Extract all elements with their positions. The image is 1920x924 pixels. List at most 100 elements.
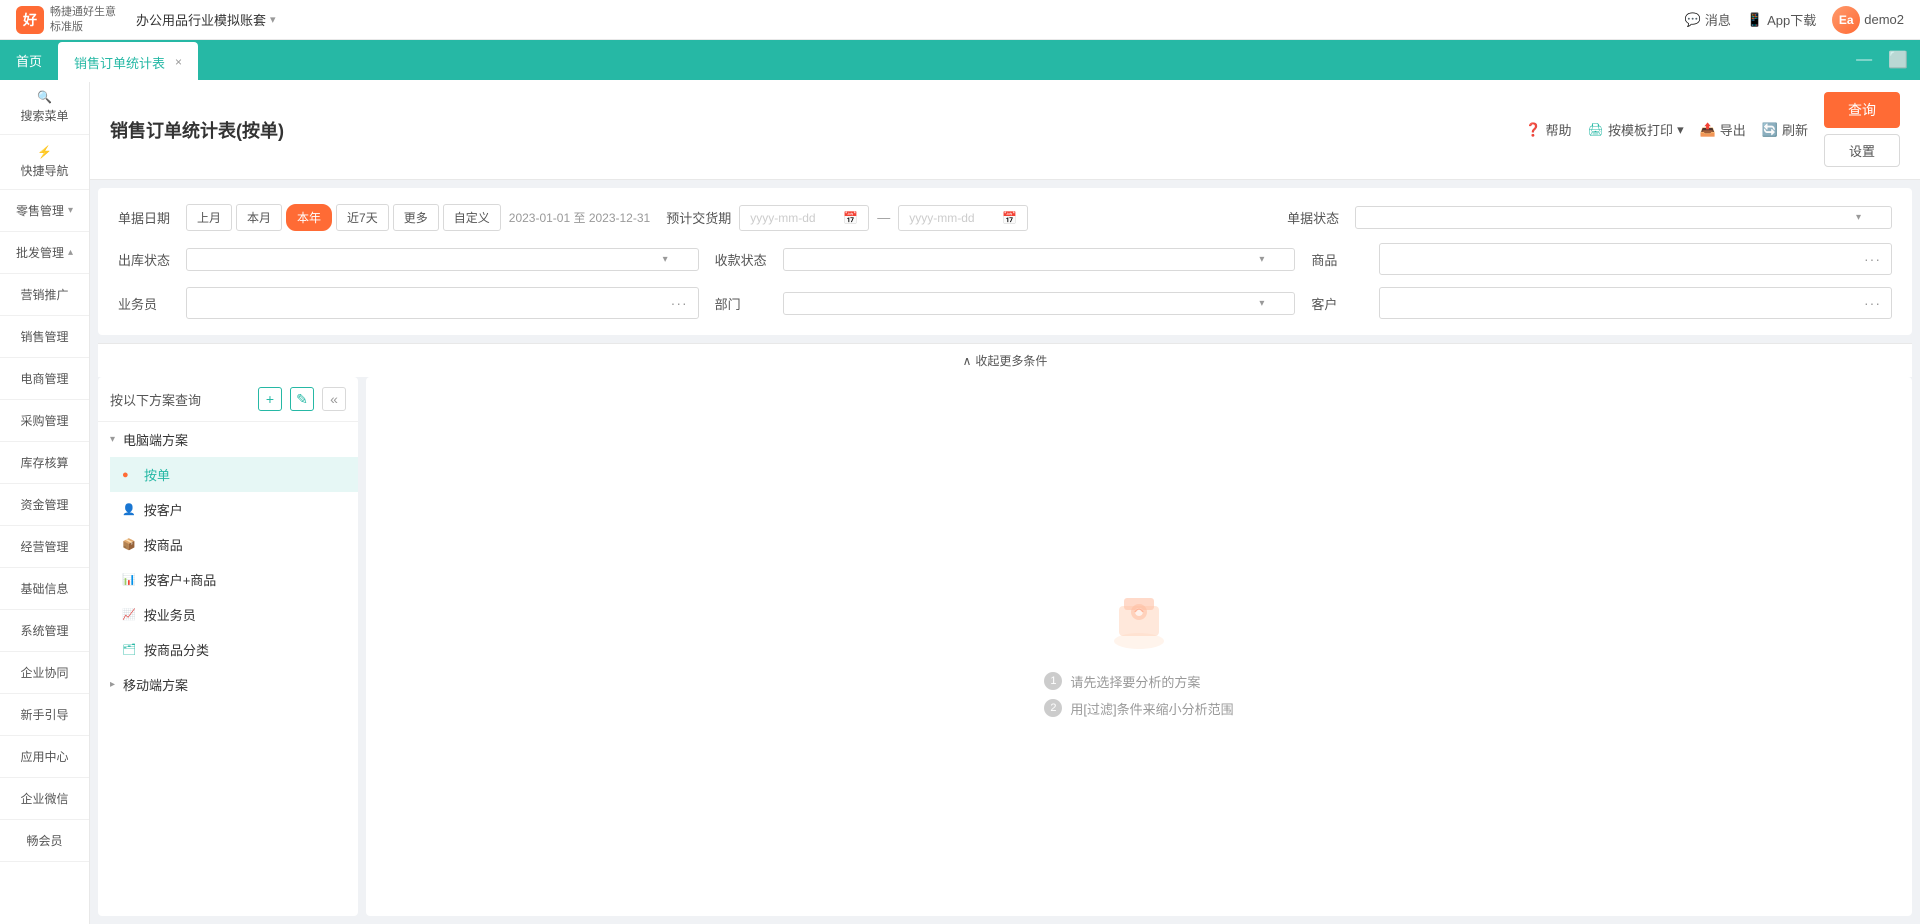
sidebar-item-basic-label: 基础信息 (20, 580, 68, 597)
help-button[interactable]: ❓ 帮助 (1525, 120, 1571, 139)
sidebar-item-enterprise-label: 企业协同 (20, 664, 68, 681)
logo-text: 畅捷通好生意 标准版 (50, 5, 116, 34)
tab-close-icon[interactable]: × (175, 55, 182, 69)
tab-minimize-icon[interactable]: — (1852, 47, 1876, 73)
customer-label: 客户 (1311, 294, 1371, 313)
customer-dots-icon[interactable]: ··· (1864, 295, 1881, 311)
sidebar-item-inventory[interactable]: 库存核算 (0, 442, 89, 484)
sidebar-item-retail[interactable]: 零售管理 ▾ (0, 190, 89, 232)
status-select-arrow-icon: ▾ (1856, 212, 1861, 223)
by-category-icon: 🗂 (122, 643, 136, 656)
sidebar-item-marketing[interactable]: 营销推广 (0, 274, 89, 316)
payment-filter: 收款状态 ▾ (715, 248, 1296, 271)
tab-home[interactable]: 首页 (0, 40, 58, 80)
tree-item-by-order[interactable]: ● 按单 (110, 457, 358, 492)
outbound-filter: 出库状态 ▾ (118, 248, 699, 271)
salesperson-input[interactable]: ··· (186, 287, 699, 319)
edit-scheme-button[interactable]: ✎ (290, 387, 314, 411)
tab-bar: 首页 销售订单统计表 × — ⬜ (0, 40, 1920, 80)
quicknav-icon: ⚡ (37, 145, 52, 159)
sidebar-item-sales[interactable]: 销售管理 (0, 316, 89, 358)
query-btn-group: 查询 设置 (1824, 92, 1900, 167)
query-button[interactable]: 查询 (1824, 92, 1900, 128)
refresh-button[interactable]: 🔄 刷新 (1762, 120, 1808, 139)
sidebar-item-system[interactable]: 系统管理 (0, 610, 89, 652)
tree-item-by-salesperson[interactable]: 📈 按业务员 (110, 597, 358, 632)
message-button[interactable]: 💬 消息 (1685, 10, 1731, 29)
user-menu[interactable]: Ea demo2 (1832, 6, 1904, 34)
breadcrumb-arrow-icon[interactable]: ▾ (270, 13, 276, 26)
salesperson-dots-icon[interactable]: ··· (671, 295, 688, 311)
goods-filter: 商品 ··· (1311, 243, 1892, 275)
tree-item-by-customer-goods[interactable]: 📊 按客户+商品 (110, 562, 358, 597)
calendar-end-icon: 📅 (1002, 211, 1017, 225)
sidebar-item-appcenter[interactable]: 应用中心 (0, 736, 89, 778)
top-bar: 好 畅捷通好生意 标准版 办公用品行业模拟账套 ▾ 💬 消息 📱 App下载 E… (0, 0, 1920, 40)
sidebar-item-finance[interactable]: 资金管理 (0, 484, 89, 526)
tree-item-pc-label: 电脑端方案 (123, 430, 188, 449)
sidebar-item-retail-label: 零售管理 (16, 202, 64, 219)
customer-input[interactable]: ··· (1379, 287, 1892, 319)
tree-item-by-goods[interactable]: 📦 按商品 (110, 527, 358, 562)
date-btn-7days[interactable]: 近7天 (336, 204, 389, 231)
calendar-start-icon: 📅 (843, 211, 858, 225)
sidebar-item-operation[interactable]: 经营管理 (0, 526, 89, 568)
date-btn-last-month[interactable]: 上月 (186, 204, 232, 231)
date-btn-this-year[interactable]: 本年 (286, 204, 332, 231)
sidebar-item-purchase[interactable]: 采购管理 (0, 400, 89, 442)
app-download-button[interactable]: 📱 App下载 (1747, 10, 1816, 29)
goods-input[interactable]: ··· (1379, 243, 1892, 275)
dept-select[interactable]: ▾ (783, 292, 1296, 315)
sidebar-item-newuser[interactable]: 新手引导 (0, 694, 89, 736)
message-icon: 💬 (1685, 12, 1701, 28)
tab-maximize-icon[interactable]: ⬜ (1884, 46, 1912, 74)
tree-item-by-salesperson-label: 按业务员 (144, 605, 196, 624)
tree-item-mobile-label: 移动端方案 (123, 675, 188, 694)
date-btn-more[interactable]: 更多 (393, 204, 439, 231)
tree-expand-mobile-icon: ▸ (110, 679, 115, 690)
outbound-select[interactable]: ▾ (186, 248, 699, 271)
tree-item-by-customer-goods-label: 按客户+商品 (144, 570, 217, 589)
tree-item-pc[interactable]: ▾ 电脑端方案 (98, 422, 358, 457)
tip-num-1: 1 (1044, 672, 1062, 690)
sidebar-item-member[interactable]: 畅会员 (0, 820, 89, 862)
status-select[interactable]: ▾ (1355, 206, 1892, 229)
tab-bar-actions: — ⬜ (1852, 46, 1920, 74)
sidebar: 🔍 搜索菜单 ⚡ 快捷导航 零售管理 ▾ 批发管理 ▴ 营销推广 销售管理 电商… (0, 80, 90, 924)
settings-button[interactable]: 设置 (1824, 134, 1900, 167)
sidebar-item-wechat[interactable]: 企业微信 (0, 778, 89, 820)
collapse-bar[interactable]: ∧ 收起更多条件 (98, 343, 1912, 377)
sidebar-item-basic[interactable]: 基础信息 (0, 568, 89, 610)
date-btn-this-month[interactable]: 本月 (236, 204, 282, 231)
status-col: 单据状态 ▾ (1287, 206, 1892, 229)
add-scheme-button[interactable]: + (258, 387, 282, 411)
date-btn-custom[interactable]: 自定义 (443, 204, 501, 231)
goods-dots-icon[interactable]: ··· (1864, 251, 1881, 267)
print-icon: 🖨 (1588, 122, 1605, 138)
export-button[interactable]: 📤 导出 (1700, 120, 1746, 139)
template-print-button[interactable]: 🖨 按模板打印 ▾ (1588, 120, 1684, 139)
sidebar-item-wholesale[interactable]: 批发管理 ▴ (0, 232, 89, 274)
sidebar-item-quicknav[interactable]: ⚡ 快捷导航 (0, 135, 89, 190)
sidebar-item-search[interactable]: 🔍 搜索菜单 (0, 80, 89, 135)
sidebar-item-search-label: 搜索菜单 (20, 107, 68, 124)
payment-select[interactable]: ▾ (783, 248, 1296, 271)
sidebar-item-ecommerce[interactable]: 电商管理 (0, 358, 89, 400)
content-area: 销售订单统计表(按单) ❓ 帮助 🖨 按模板打印 ▾ 📤 导出 🔄 刷新 (90, 80, 1920, 924)
main-layout: 🔍 搜索菜单 ⚡ 快捷导航 零售管理 ▾ 批发管理 ▴ 营销推广 销售管理 电商… (0, 80, 1920, 924)
by-goods-icon: 📦 (122, 538, 136, 551)
expected-date-end[interactable]: yyyy-mm-dd 📅 (898, 205, 1028, 231)
tree-item-mobile[interactable]: ▸ 移动端方案 (98, 667, 358, 702)
expected-date-start[interactable]: yyyy-mm-dd 📅 (739, 205, 869, 231)
empty-tip-1: 1 请先选择要分析的方案 (1044, 672, 1233, 691)
sidebar-item-purchase-label: 采购管理 (20, 412, 68, 429)
tab-sales-order-stat[interactable]: 销售订单统计表 × (58, 42, 198, 82)
tree-item-by-customer-label: 按客户 (144, 500, 183, 519)
tree-item-by-category[interactable]: 🗂 按商品分类 (110, 632, 358, 667)
sidebar-item-enterprise[interactable]: 企业协同 (0, 652, 89, 694)
sidebar-item-inventory-label: 库存核算 (20, 454, 68, 471)
breadcrumb: 办公用品行业模拟账套 ▾ (136, 10, 276, 29)
date-filter-col: 单据日期 上月 本月 本年 近7天 更多 自定义 2023-01-01 至 20… (118, 204, 650, 231)
collapse-panel-button[interactable]: « (322, 387, 346, 411)
tree-item-by-customer[interactable]: 👤 按客户 (110, 492, 358, 527)
